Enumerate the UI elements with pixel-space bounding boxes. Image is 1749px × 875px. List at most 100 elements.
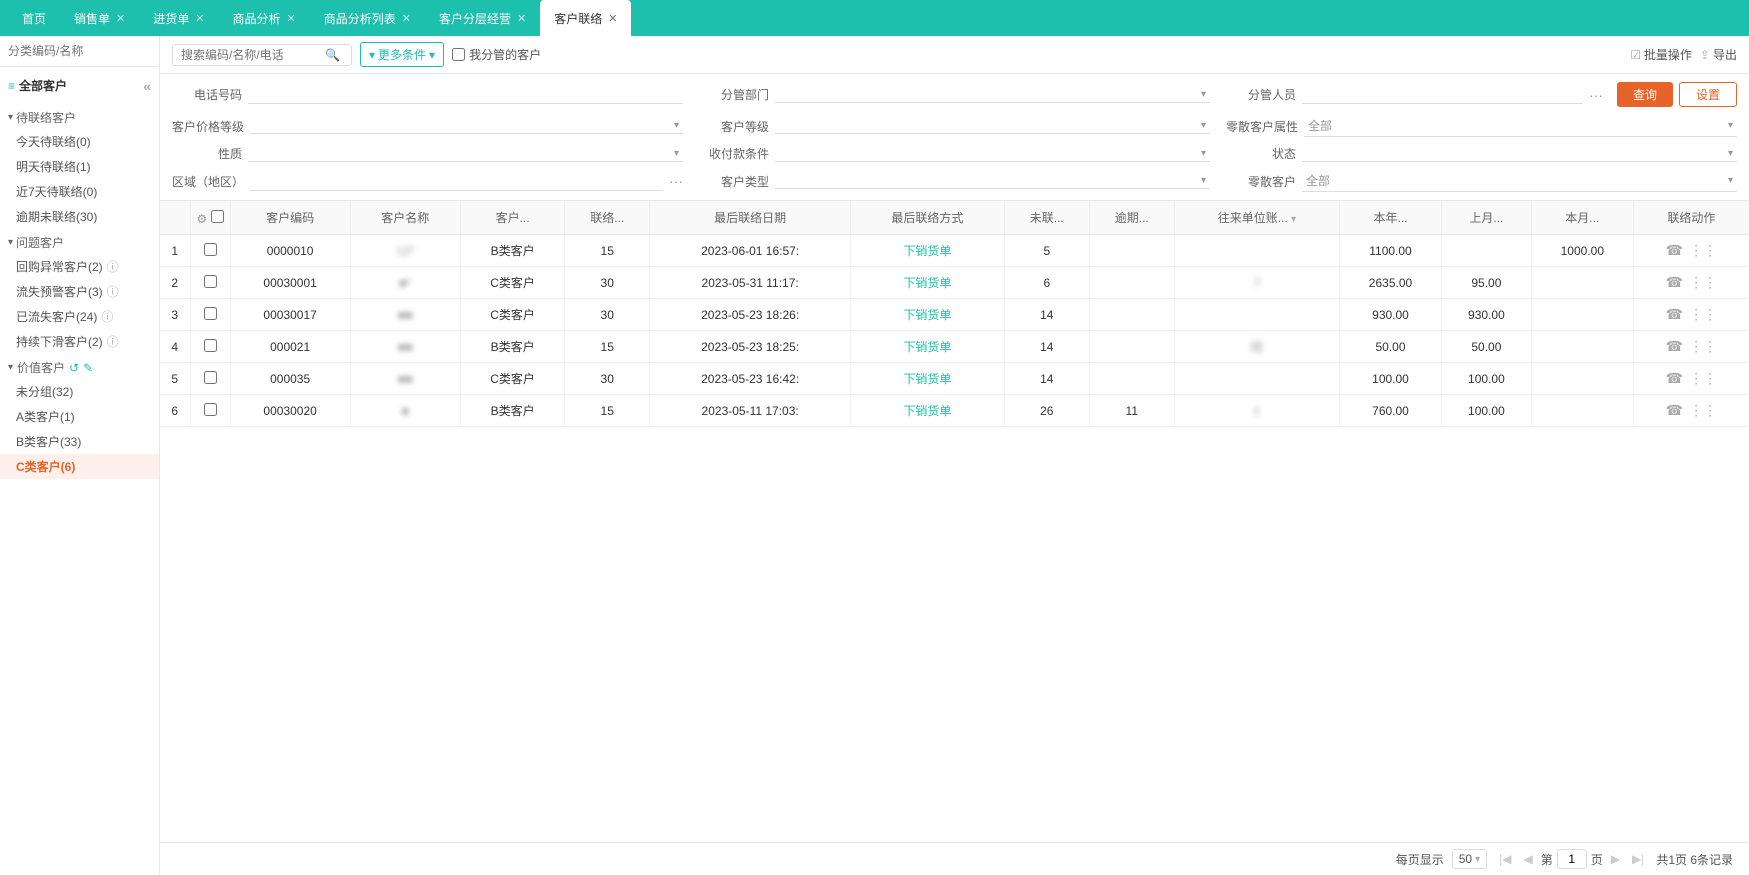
cell-checkbox[interactable] <box>190 363 230 395</box>
first-page-btn[interactable]: |◀ <box>1495 850 1515 868</box>
contact-method-link[interactable]: 下销货单 <box>903 404 951 418</box>
row-checkbox[interactable] <box>204 307 217 320</box>
next-page-btn[interactable]: ▶ <box>1607 850 1624 868</box>
filter-retail-select[interactable]: 全部 ▾ <box>1302 170 1737 192</box>
region-dots-icon[interactable]: ··· <box>669 173 683 189</box>
nav-customer-layer[interactable]: 客户分层经营 ✕ <box>425 0 540 36</box>
sidebar-item-today[interactable]: 今天待联络(0) <box>0 129 159 154</box>
sidebar-item-lost[interactable]: 已流失客户(24) ⓘ <box>0 304 159 329</box>
filter-dept-select[interactable]: ▾ <box>775 87 1210 103</box>
contact-method-link[interactable]: 下销货单 <box>903 244 951 258</box>
nav-product-analysis-close[interactable]: ✕ <box>287 12 296 25</box>
cell-checkbox[interactable] <box>190 395 230 427</box>
contact-icon[interactable]: ☎ <box>1666 370 1683 387</box>
row-checkbox[interactable] <box>204 275 217 288</box>
more-action-icon[interactable]: ⋮⋮ <box>1689 370 1717 387</box>
nav-product-list-close[interactable]: ✕ <box>402 12 411 25</box>
sidebar-item-classB[interactable]: B类客户(33) <box>0 429 159 454</box>
more-action-icon[interactable]: ⋮⋮ <box>1689 338 1717 355</box>
sidebar-item-ungroup[interactable]: 未分组(32) <box>0 379 159 404</box>
cell-last-method[interactable]: 下销货单 <box>851 267 1005 299</box>
contact-method-link[interactable]: 下销货单 <box>903 308 951 322</box>
more-action-icon[interactable]: ⋮⋮ <box>1689 306 1717 323</box>
contact-icon[interactable]: ☎ <box>1666 306 1683 323</box>
sidebar-collapse-btn[interactable]: « <box>143 78 151 94</box>
search-input[interactable] <box>181 48 321 62</box>
cell-checkbox[interactable] <box>190 299 230 331</box>
cell-last-method[interactable]: 下销货单 <box>851 363 1005 395</box>
filter-phone-input[interactable] <box>248 85 683 104</box>
nav-sales-close[interactable]: ✕ <box>116 12 125 25</box>
cell-checkbox[interactable] <box>190 235 230 267</box>
sidebar-item-overdue[interactable]: 逾期未联络(30) <box>0 204 159 229</box>
contact-method-link[interactable]: 下销货单 <box>903 276 951 290</box>
sidebar-item-abnormal[interactable]: 回购异常客户(2) ⓘ <box>0 254 159 279</box>
filter-retail-attr-select[interactable]: 全部 ▾ <box>1304 115 1737 137</box>
manager-dots-icon[interactable]: ··· <box>1589 87 1603 103</box>
my-customers-checkbox-label[interactable]: 我分管的客户 <box>452 46 541 63</box>
main-layout: 🔍 ≡ 全部客户 « 待联络客户 今天待联络(0) 明天待联络(1) 近7天待联… <box>0 36 1749 875</box>
sidebar-item-declining[interactable]: 持续下滑客户(2) ⓘ <box>0 329 159 354</box>
row-checkbox[interactable] <box>204 243 217 256</box>
cell-checkbox[interactable] <box>190 267 230 299</box>
cell-last-method[interactable]: 下销货单 <box>851 331 1005 363</box>
th-checkbox[interactable]: ⚙ <box>190 201 230 235</box>
gear-icon[interactable]: ⚙ <box>197 212 208 226</box>
nav-sales[interactable]: 销售单 ✕ <box>60 0 139 36</box>
filter-payment-select[interactable]: ▾ <box>775 146 1210 162</box>
settings-button[interactable]: 设置 <box>1679 82 1737 107</box>
nav-product-analysis[interactable]: 商品分析 ✕ <box>218 0 309 36</box>
nav-home[interactable]: 首页 <box>8 0 60 36</box>
page-size-select[interactable]: 50 ▾ <box>1452 849 1487 869</box>
cell-last-method[interactable]: 下销货单 <box>851 235 1005 267</box>
filter-region-input[interactable] <box>250 172 663 191</box>
contact-method-link[interactable]: 下销货单 <box>903 372 951 386</box>
sidebar-item-warning[interactable]: 流失预警客户(3) ⓘ <box>0 279 159 304</box>
nav-customer-contact-close[interactable]: ✕ <box>608 12 617 25</box>
contact-icon[interactable]: ☎ <box>1666 338 1683 355</box>
filter-manager-input[interactable] <box>1302 85 1583 104</box>
select-all-checkbox[interactable] <box>211 210 224 223</box>
last-page-btn[interactable]: ▶| <box>1628 850 1648 868</box>
nav-purchase[interactable]: 进货单 ✕ <box>139 0 218 36</box>
export-btn[interactable]: ⇪ 导出 <box>1700 46 1737 63</box>
cell-last-method[interactable]: 下销货单 <box>851 395 1005 427</box>
row-checkbox[interactable] <box>204 339 217 352</box>
contact-method-link[interactable]: 下销货单 <box>903 340 951 354</box>
cell-last-method[interactable]: 下销货单 <box>851 299 1005 331</box>
more-action-icon[interactable]: ⋮⋮ <box>1689 274 1717 291</box>
row-checkbox[interactable] <box>204 403 217 416</box>
more-conditions-btn[interactable]: ▾ 更多条件 ▾ <box>360 42 444 67</box>
nav-customer-layer-close[interactable]: ✕ <box>517 12 526 25</box>
contact-icon[interactable]: ☎ <box>1666 274 1683 291</box>
more-action-icon[interactable]: ⋮⋮ <box>1689 402 1717 419</box>
nav-product-list[interactable]: 商品分析列表 ✕ <box>310 0 425 36</box>
sidebar-item-tomorrow[interactable]: 明天待联络(1) <box>0 154 159 179</box>
refresh-icon[interactable]: ↺ <box>69 361 79 375</box>
edit-icon[interactable]: ✎ <box>83 361 93 375</box>
filter-status-select[interactable]: ▾ <box>1302 146 1737 162</box>
filter-customer-type-select[interactable]: ▾ <box>775 173 1210 189</box>
more-action-icon[interactable]: ⋮⋮ <box>1689 242 1717 259</box>
sidebar-search-input[interactable] <box>8 44 160 58</box>
my-customers-checkbox[interactable] <box>452 48 465 61</box>
sidebar-item-classA[interactable]: A类客户(1) <box>0 404 159 429</box>
page-input[interactable] <box>1557 849 1587 869</box>
nav-purchase-close[interactable]: ✕ <box>195 12 204 25</box>
row-checkbox[interactable] <box>204 371 217 384</box>
batch-ops-btn[interactable]: ☑ 批量操作 <box>1630 46 1692 63</box>
sort-icon[interactable]: ▾ <box>1291 214 1296 225</box>
filter-customer-grade-select[interactable]: ▾ <box>775 118 1210 134</box>
filter-nature-select[interactable]: ▾ <box>248 146 683 162</box>
sidebar-item-classC[interactable]: C类客户(6) <box>0 454 159 479</box>
nav-customer-contact[interactable]: 客户联络 ✕ <box>540 0 631 36</box>
toolbar-search-icon[interactable]: 🔍 <box>325 48 340 62</box>
sidebar-all-customers[interactable]: ≡ 全部客户 « <box>0 71 159 100</box>
query-button[interactable]: 查询 <box>1617 82 1673 107</box>
cell-checkbox[interactable] <box>190 331 230 363</box>
filter-value-grade-select[interactable]: ▾ <box>250 118 683 134</box>
contact-icon[interactable]: ☎ <box>1666 402 1683 419</box>
contact-icon[interactable]: ☎ <box>1666 242 1683 259</box>
sidebar-item-7days[interactable]: 近7天待联络(0) <box>0 179 159 204</box>
prev-page-btn[interactable]: ◀ <box>1519 850 1536 868</box>
